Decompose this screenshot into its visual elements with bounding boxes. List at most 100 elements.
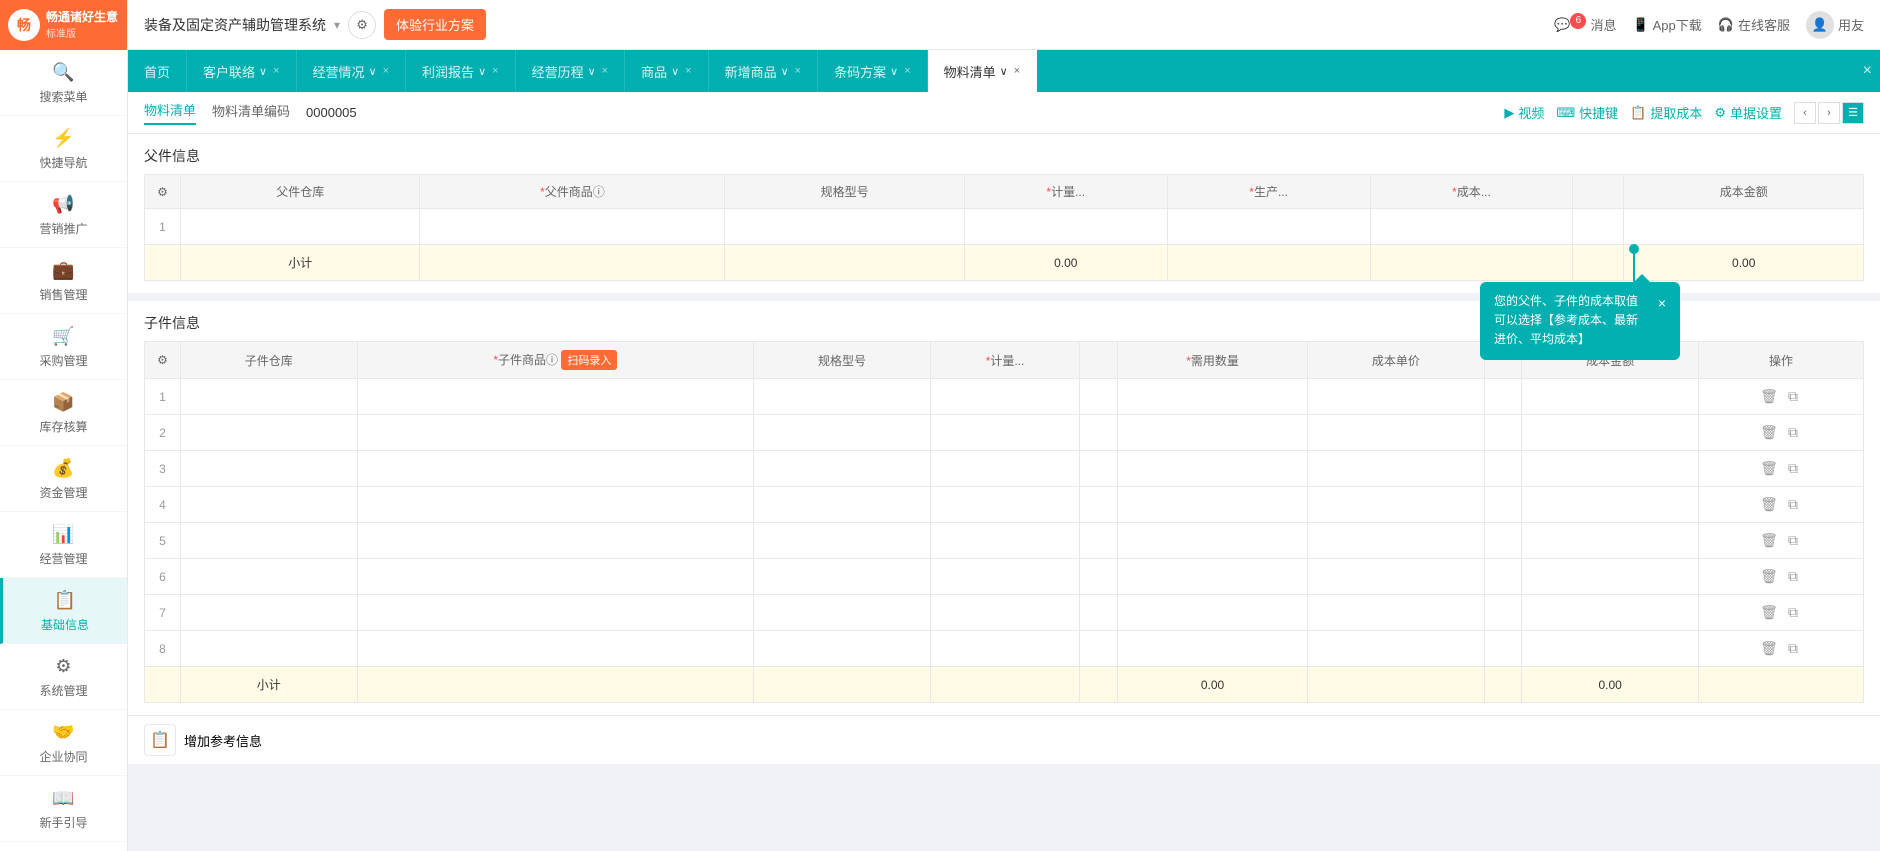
tab-home[interactable]: 首页 (128, 50, 187, 92)
child-row-warehouse[interactable] (181, 379, 358, 415)
child-row-goods[interactable] (357, 631, 754, 667)
child-row-goods[interactable] (357, 451, 754, 487)
child-row-measure[interactable] (930, 523, 1080, 559)
delete-icon[interactable]: 🗑 (1759, 423, 1779, 443)
system-dropdown-arrow[interactable]: ▾ (334, 18, 340, 32)
message-action[interactable]: 💬 6 消息 (1554, 15, 1616, 34)
parent-col-setting[interactable]: ⚙ (145, 175, 181, 209)
child-row-warehouse[interactable] (181, 559, 358, 595)
child-row-measure[interactable] (930, 379, 1080, 415)
child-row-qty[interactable] (1117, 595, 1307, 631)
child-row-spec[interactable] (754, 559, 931, 595)
sidebar-item-collab[interactable]: 🤝 企业协同 (0, 710, 127, 776)
copy-icon[interactable]: ⧉ (1783, 603, 1803, 623)
child-row-goods[interactable] (357, 415, 754, 451)
nav-list-btn[interactable]: ☰ (1842, 102, 1864, 124)
delete-icon[interactable]: 🗑 (1759, 495, 1779, 515)
experience-button[interactable]: 体验行业方案 (384, 9, 486, 40)
tooltip-close-button[interactable]: × (1658, 292, 1666, 314)
child-row-warehouse[interactable] (181, 631, 358, 667)
tab-bom[interactable]: 物料清单 ∨ × (928, 50, 1038, 92)
delete-icon[interactable]: 🗑 (1759, 531, 1779, 551)
copy-icon[interactable]: ⧉ (1783, 495, 1803, 515)
nav-next-btn[interactable]: › (1818, 102, 1840, 124)
child-row-warehouse[interactable] (181, 415, 358, 451)
parent-row-warehouse[interactable] (181, 209, 420, 245)
extract-cost-action[interactable]: 📋 提取成本 (1630, 103, 1702, 122)
delete-icon[interactable]: 🗑 (1759, 459, 1779, 479)
child-row-warehouse[interactable] (181, 451, 358, 487)
close-icon[interactable]: × (795, 65, 801, 77)
child-row-qty[interactable] (1117, 487, 1307, 523)
child-row-measure[interactable] (930, 415, 1080, 451)
sidebar-item-purchase[interactable]: 🛒 采购管理 (0, 314, 127, 380)
tab-goods[interactable]: 商品 ∨ × (625, 50, 709, 92)
scan-button[interactable]: 扫码录入 (561, 350, 617, 370)
delete-icon[interactable]: 🗑 (1759, 387, 1779, 407)
child-row-spec[interactable] (754, 523, 931, 559)
copy-icon[interactable]: ⧉ (1783, 459, 1803, 479)
sidebar-item-system[interactable]: ⚙ 系统管理 (0, 644, 127, 710)
settings-button[interactable]: ⚙ (348, 11, 376, 39)
child-row-qty[interactable] (1117, 379, 1307, 415)
child-row-measure[interactable] (930, 595, 1080, 631)
close-icon[interactable]: × (492, 65, 498, 77)
video-action[interactable]: ▶ 视频 (1504, 103, 1544, 122)
child-col-setting[interactable]: ⚙ (145, 342, 181, 379)
child-row-goods[interactable] (357, 487, 754, 523)
sidebar-item-search[interactable]: 🔍 搜索菜单 (0, 50, 127, 116)
parent-row-produce[interactable] (1167, 209, 1370, 245)
copy-icon[interactable]: ⧉ (1783, 639, 1803, 659)
sub-tab-bom-list[interactable]: 物料清单 (144, 100, 196, 125)
close-tab-icon[interactable]: × (1863, 62, 1872, 80)
child-row-spec[interactable] (754, 487, 931, 523)
delete-icon[interactable]: 🗑 (1759, 603, 1779, 623)
tab-customer[interactable]: 客户联络 ∨ × (187, 50, 297, 92)
child-row-goods[interactable] (357, 379, 754, 415)
sidebar-item-quicknav[interactable]: ⚡ 快捷导航 (0, 116, 127, 182)
close-icon[interactable]: × (383, 65, 389, 77)
tab-profit[interactable]: 利润报告 ∨ × (406, 50, 516, 92)
close-icon[interactable]: × (602, 65, 608, 77)
delete-icon[interactable]: 🗑 (1759, 639, 1779, 659)
child-row-measure[interactable] (930, 487, 1080, 523)
sidebar-item-finance[interactable]: 💰 资金管理 (0, 446, 127, 512)
child-row-qty[interactable] (1117, 415, 1307, 451)
child-row-qty[interactable] (1117, 559, 1307, 595)
child-row-goods[interactable] (357, 559, 754, 595)
parent-row-spec[interactable] (725, 209, 964, 245)
sidebar-item-management[interactable]: 📊 经营管理 (0, 512, 127, 578)
tab-add-goods[interactable]: 新增商品 ∨ × (709, 50, 819, 92)
child-row-measure[interactable] (930, 631, 1080, 667)
close-icon[interactable]: × (685, 65, 691, 77)
tab-history[interactable]: 经营历程 ∨ × (516, 50, 626, 92)
copy-icon[interactable]: ⧉ (1783, 567, 1803, 587)
child-row-warehouse[interactable] (181, 595, 358, 631)
sidebar-item-marketing[interactable]: 📢 营销推广 (0, 182, 127, 248)
child-row-goods[interactable] (357, 523, 754, 559)
child-row-spec[interactable] (754, 451, 931, 487)
child-row-measure[interactable] (930, 451, 1080, 487)
sidebar-item-basic[interactable]: 📋 基础信息 (0, 578, 127, 644)
delete-icon[interactable]: 🗑 (1759, 567, 1779, 587)
app-download-action[interactable]: 📱 App下载 (1632, 15, 1701, 34)
sidebar-item-sales[interactable]: 💼 销售管理 (0, 248, 127, 314)
copy-icon[interactable]: ⧉ (1783, 387, 1803, 407)
close-icon[interactable]: × (273, 65, 279, 77)
child-row-goods[interactable] (357, 595, 754, 631)
child-row-spec[interactable] (754, 379, 931, 415)
parent-row-cost[interactable] (1370, 209, 1573, 245)
child-row-qty[interactable] (1117, 631, 1307, 667)
child-row-warehouse[interactable] (181, 523, 358, 559)
tab-operation[interactable]: 经营情况 ∨ × (297, 50, 407, 92)
sub-tab-bom-code[interactable]: 物料清单编码 (212, 101, 290, 124)
user-action[interactable]: 👤 用友 (1806, 11, 1864, 39)
doc-settings-action[interactable]: ⚙ 单据设置 (1714, 103, 1782, 122)
copy-icon[interactable]: ⧉ (1783, 531, 1803, 551)
close-icon[interactable]: × (1014, 65, 1020, 77)
child-row-measure[interactable] (930, 559, 1080, 595)
sidebar-item-guide[interactable]: 📖 新手引导 (0, 776, 127, 842)
close-icon[interactable]: × (904, 65, 910, 77)
child-row-qty[interactable] (1117, 523, 1307, 559)
online-service-action[interactable]: 🎧 在线客服 (1718, 15, 1790, 34)
